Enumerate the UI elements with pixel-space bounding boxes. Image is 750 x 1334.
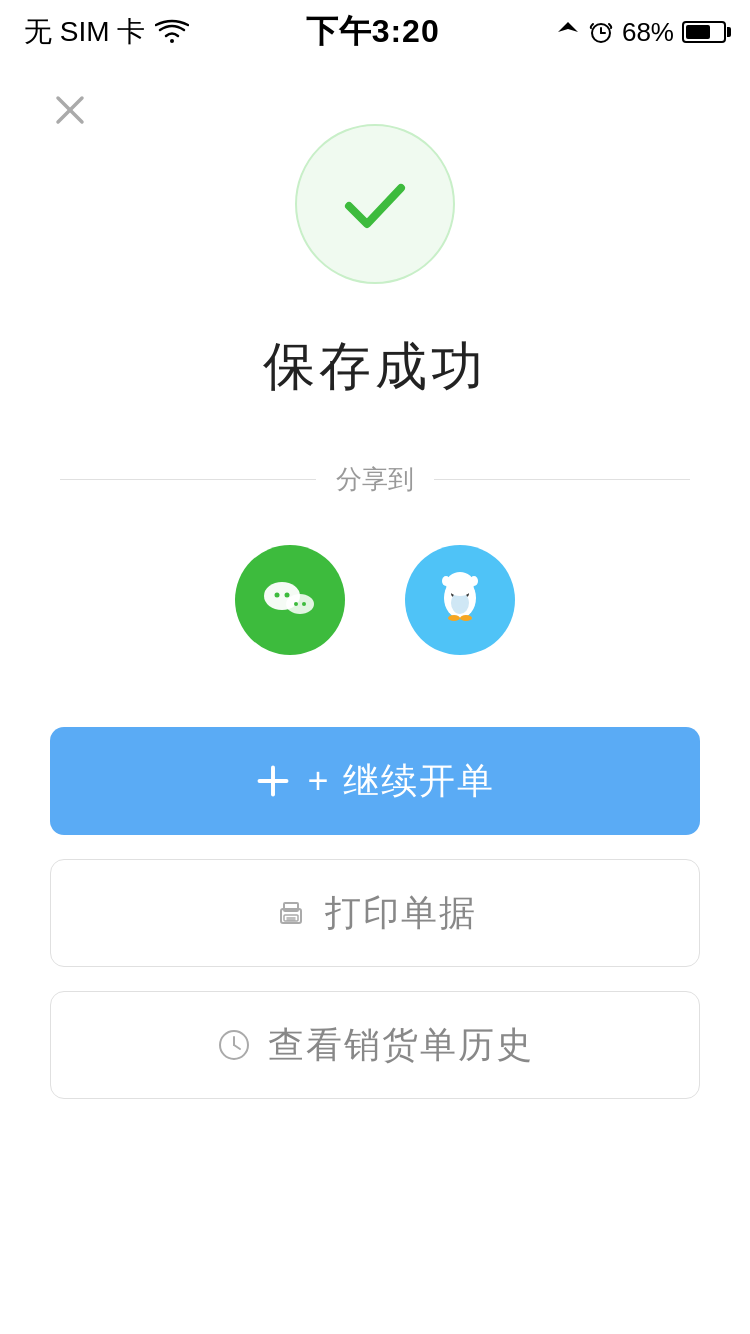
history-button[interactable]: 查看销货单历史: [50, 991, 700, 1099]
qq-share-button[interactable]: [405, 545, 515, 655]
print-button[interactable]: 打印单据: [50, 859, 700, 967]
wechat-share-button[interactable]: [235, 545, 345, 655]
qq-icon: [428, 568, 492, 632]
svg-point-17: [448, 615, 460, 621]
history-label: 查看销货单历史: [268, 1021, 534, 1070]
plus-icon: [255, 763, 291, 799]
svg-point-6: [286, 594, 314, 614]
share-section: 分享到: [0, 462, 750, 497]
status-right: 68%: [556, 17, 726, 48]
action-buttons: + 继续开单 打印单据: [0, 727, 750, 1099]
print-label: 打印单据: [325, 889, 477, 938]
wifi-icon: [155, 19, 189, 45]
status-time: 下午3:20: [306, 10, 440, 54]
status-bar: 无 SIM 卡 下午3:20 68%: [0, 0, 750, 64]
svg-point-9: [294, 602, 298, 606]
svg-point-22: [470, 576, 478, 586]
share-icons: [235, 545, 515, 655]
success-title: 保存成功: [263, 332, 487, 402]
continue-button[interactable]: + 继续开单: [50, 727, 700, 835]
alarm-icon: [588, 19, 614, 45]
sim-text: 无 SIM 卡: [24, 13, 145, 51]
svg-point-18: [460, 615, 472, 621]
share-line-left: [60, 479, 316, 480]
location-icon: [556, 20, 580, 44]
printer-icon: [273, 895, 309, 931]
status-left: 无 SIM 卡: [24, 13, 189, 51]
success-circle: [295, 124, 455, 284]
svg-point-20: [446, 572, 474, 596]
close-button[interactable]: [40, 80, 100, 140]
svg-point-10: [302, 602, 306, 606]
continue-label: + 继续开单: [307, 757, 494, 806]
main-content: 保存成功 分享到: [0, 64, 750, 1099]
share-line-right: [434, 479, 690, 480]
battery-percent: 68%: [622, 17, 674, 48]
share-label: 分享到: [336, 462, 414, 497]
clock-icon: [216, 1027, 252, 1063]
wechat-icon: [258, 568, 322, 632]
checkmark-icon: [335, 164, 415, 244]
svg-point-7: [275, 593, 280, 598]
svg-line-32: [234, 1045, 240, 1049]
svg-point-21: [442, 576, 450, 586]
svg-point-8: [285, 593, 290, 598]
close-icon: [52, 92, 88, 128]
battery-icon: [682, 21, 726, 43]
